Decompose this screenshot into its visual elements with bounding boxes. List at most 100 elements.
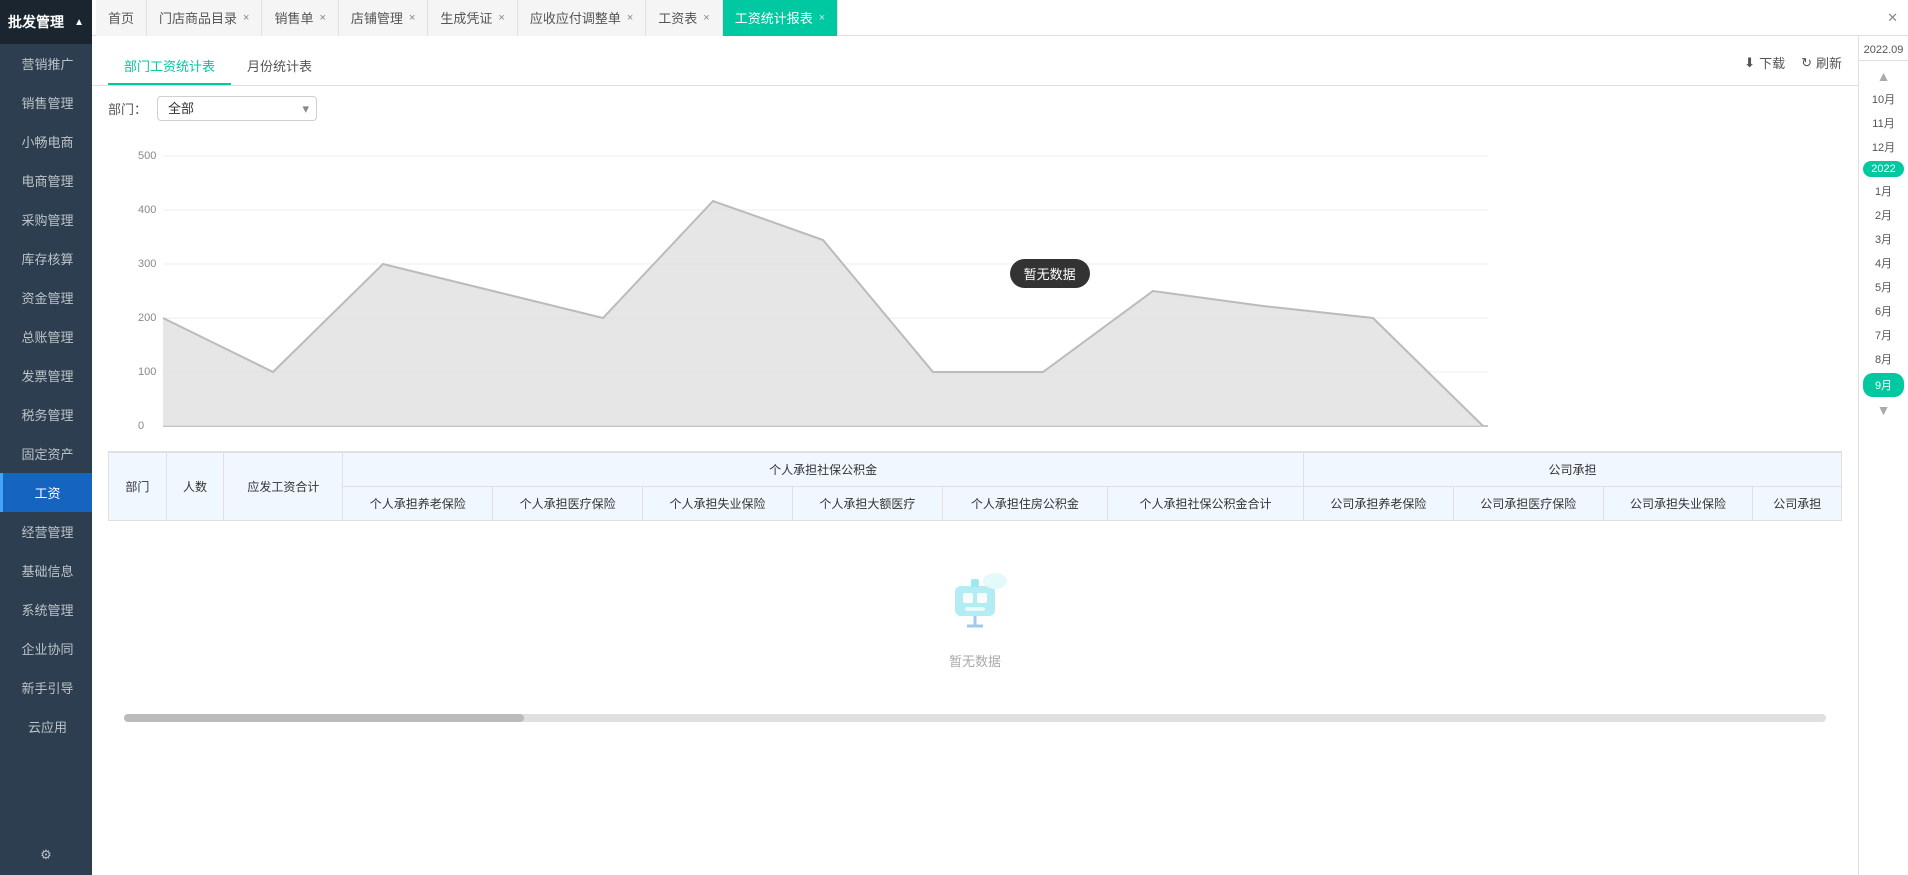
col-company-other: 公司承担	[1753, 487, 1842, 521]
col-company-medical: 公司承担医疗保险	[1453, 487, 1603, 521]
date-dec[interactable]: 12月	[1859, 135, 1908, 159]
col-group-personal: 个人承担社保公积金	[343, 453, 1304, 487]
tab-close-店铺管理[interactable]: ×	[409, 12, 415, 24]
department-select[interactable]: 全部销售部财务部采购部运营部	[157, 96, 317, 121]
sidebar-item-销售管理[interactable]: 销售管理	[0, 83, 92, 122]
chart-area: 500 400 300 200 100 0	[92, 131, 1858, 875]
content-main: 部门工资统计表月份统计表 ⬇ 下载 ↻ 刷新 部门： 全部销售部财务部采购部运营…	[92, 36, 1858, 875]
sidebar-arrow-icon: ▲	[74, 17, 84, 28]
tab-应收应付调整单[interactable]: 应收应付调整单×	[518, 0, 646, 36]
svg-text:100: 100	[138, 366, 156, 378]
tab-bar: 首页门店商品目录×销售单×店铺管理×生成凭证×应收应付调整单×工资表×工资统计报…	[92, 0, 1908, 36]
settings-icon: ⚙	[40, 847, 52, 862]
col-department: 部门	[109, 453, 167, 521]
table-scrollbar[interactable]	[124, 714, 1826, 722]
sidebar-item-营销推广[interactable]: 营销推广	[0, 44, 92, 83]
refresh-label: 刷新	[1816, 53, 1842, 72]
date-oct[interactable]: 10月	[1859, 87, 1908, 111]
empty-text: 暂无数据	[949, 651, 1001, 670]
tab-工资表[interactable]: 工资表×	[646, 0, 722, 36]
settings-button[interactable]: ⚙	[0, 835, 92, 875]
empty-icon	[935, 561, 1015, 641]
sidebar-header[interactable]: 批发管理 ▲	[0, 0, 92, 44]
svg-text:200: 200	[138, 312, 156, 324]
col-personal-total: 个人承担社保公积金合计	[1107, 487, 1303, 521]
tab-bar-close-button[interactable]: ✕	[1877, 10, 1908, 26]
sidebar-item-税务管理[interactable]: 税务管理	[0, 395, 92, 434]
svg-text:500: 500	[138, 150, 156, 162]
sidebar-item-资金管理[interactable]: 资金管理	[0, 278, 92, 317]
col-personal-housing-fund: 个人承担住房公积金	[942, 487, 1107, 521]
sub-tab-部门工资统计表[interactable]: 部门工资统计表	[108, 48, 231, 85]
sidebar-item-电商管理[interactable]: 电商管理	[0, 161, 92, 200]
download-label: 下载	[1759, 53, 1785, 72]
tab-店铺管理[interactable]: 店铺管理×	[339, 0, 428, 36]
refresh-button[interactable]: ↻ 刷新	[1801, 53, 1842, 72]
table-scrollbar-thumb[interactable]	[124, 714, 524, 722]
chart-container: 500 400 300 200 100 0	[108, 141, 1842, 451]
data-table: 部门 人数 应发工资合计 个人承担社保公积金 公司承担 个人承担养老保险 个人承…	[108, 452, 1842, 521]
sidebar-item-经营管理[interactable]: 经营管理	[0, 512, 92, 551]
sub-tab-bar: 部门工资统计表月份统计表 ⬇ 下载 ↻ 刷新	[92, 36, 1858, 86]
sub-tab-actions: ⬇ 下载 ↻ 刷新	[1744, 53, 1842, 80]
sidebar-item-发票管理[interactable]: 发票管理	[0, 356, 92, 395]
tab-close-门店商品目录[interactable]: ×	[243, 12, 249, 24]
col-group-company: 公司承担	[1303, 453, 1841, 487]
sub-tab-月份统计表[interactable]: 月份统计表	[231, 48, 328, 85]
sidebar-title: 批发管理	[8, 12, 64, 32]
main-content: 首页门店商品目录×销售单×店铺管理×生成凭证×应收应付调整单×工资表×工资统计报…	[92, 0, 1908, 875]
date-jan[interactable]: 1月	[1859, 179, 1908, 203]
date-apr[interactable]: 4月	[1859, 251, 1908, 275]
sidebar-item-库存核算[interactable]: 库存核算	[0, 239, 92, 278]
date-nov[interactable]: 11月	[1859, 111, 1908, 135]
date-mar[interactable]: 3月	[1859, 227, 1908, 251]
tab-close-工资表[interactable]: ×	[703, 12, 709, 24]
tab-销售单[interactable]: 销售单×	[262, 0, 338, 36]
svg-text:300: 300	[138, 258, 156, 270]
date-aug[interactable]: 8月	[1859, 347, 1908, 371]
date-year-2022[interactable]: 2022	[1863, 161, 1904, 177]
sidebar-item-小畅电商[interactable]: 小畅电商	[0, 122, 92, 161]
tab-close-销售单[interactable]: ×	[319, 12, 325, 24]
tab-工资统计报表[interactable]: 工资统计报表×	[723, 0, 838, 36]
date-sep-active[interactable]: 9月	[1863, 373, 1904, 397]
date-jul[interactable]: 7月	[1859, 323, 1908, 347]
sidebar-item-新手引导[interactable]: 新手引导	[0, 668, 92, 707]
tab-close-工资统计报表[interactable]: ×	[819, 12, 825, 24]
sidebar-item-总账管理[interactable]: 总账管理	[0, 317, 92, 356]
tab-close-生成凭证[interactable]: ×	[498, 12, 504, 24]
date-panel-header: 2022.09	[1859, 40, 1908, 61]
col-personal-major-medical: 个人承担大额医疗	[792, 487, 942, 521]
col-personal-pension: 个人承担养老保险	[343, 487, 493, 521]
sidebar-item-固定资产[interactable]: 固定资产	[0, 434, 92, 473]
col-personal-medical: 个人承担医疗保险	[493, 487, 643, 521]
download-button[interactable]: ⬇ 下载	[1744, 53, 1785, 72]
date-nav-up[interactable]: ▲	[1877, 65, 1891, 87]
svg-text:0: 0	[138, 420, 144, 432]
sidebar-item-基础信息[interactable]: 基础信息	[0, 551, 92, 590]
sidebar-item-采购管理[interactable]: 采购管理	[0, 200, 92, 239]
col-total-salary: 应发工资合计	[224, 453, 343, 521]
department-select-wrapper[interactable]: 全部销售部财务部采购部运营部	[157, 96, 317, 121]
tab-生成凭证[interactable]: 生成凭证×	[428, 0, 517, 36]
date-may[interactable]: 5月	[1859, 275, 1908, 299]
department-filter-label: 部门：	[108, 99, 147, 118]
sidebar-item-工资[interactable]: 工资	[0, 473, 92, 512]
table-wrapper: 部门 人数 应发工资合计 个人承担社保公积金 公司承担 个人承担养老保险 个人承…	[108, 451, 1842, 726]
sidebar-item-云应用[interactable]: 云应用	[0, 707, 92, 746]
col-count: 人数	[166, 453, 224, 521]
refresh-icon: ↻	[1801, 55, 1812, 71]
date-nav-down[interactable]: ▼	[1877, 399, 1891, 421]
col-company-pension: 公司承担养老保险	[1303, 487, 1453, 521]
tab-门店商品目录[interactable]: 门店商品目录×	[147, 0, 262, 36]
sidebar-item-系统管理[interactable]: 系统管理	[0, 590, 92, 629]
chart-svg: 500 400 300 200 100 0	[108, 141, 1842, 441]
col-personal-unemployment: 个人承担失业保险	[643, 487, 793, 521]
date-jun[interactable]: 6月	[1859, 299, 1908, 323]
date-feb[interactable]: 2月	[1859, 203, 1908, 227]
col-company-unemployment: 公司承担失业保险	[1603, 487, 1753, 521]
svg-text:400: 400	[138, 204, 156, 216]
tab-首页[interactable]: 首页	[96, 0, 147, 36]
sidebar-item-企业协同[interactable]: 企业协同	[0, 629, 92, 668]
tab-close-应收应付调整单[interactable]: ×	[627, 12, 633, 24]
